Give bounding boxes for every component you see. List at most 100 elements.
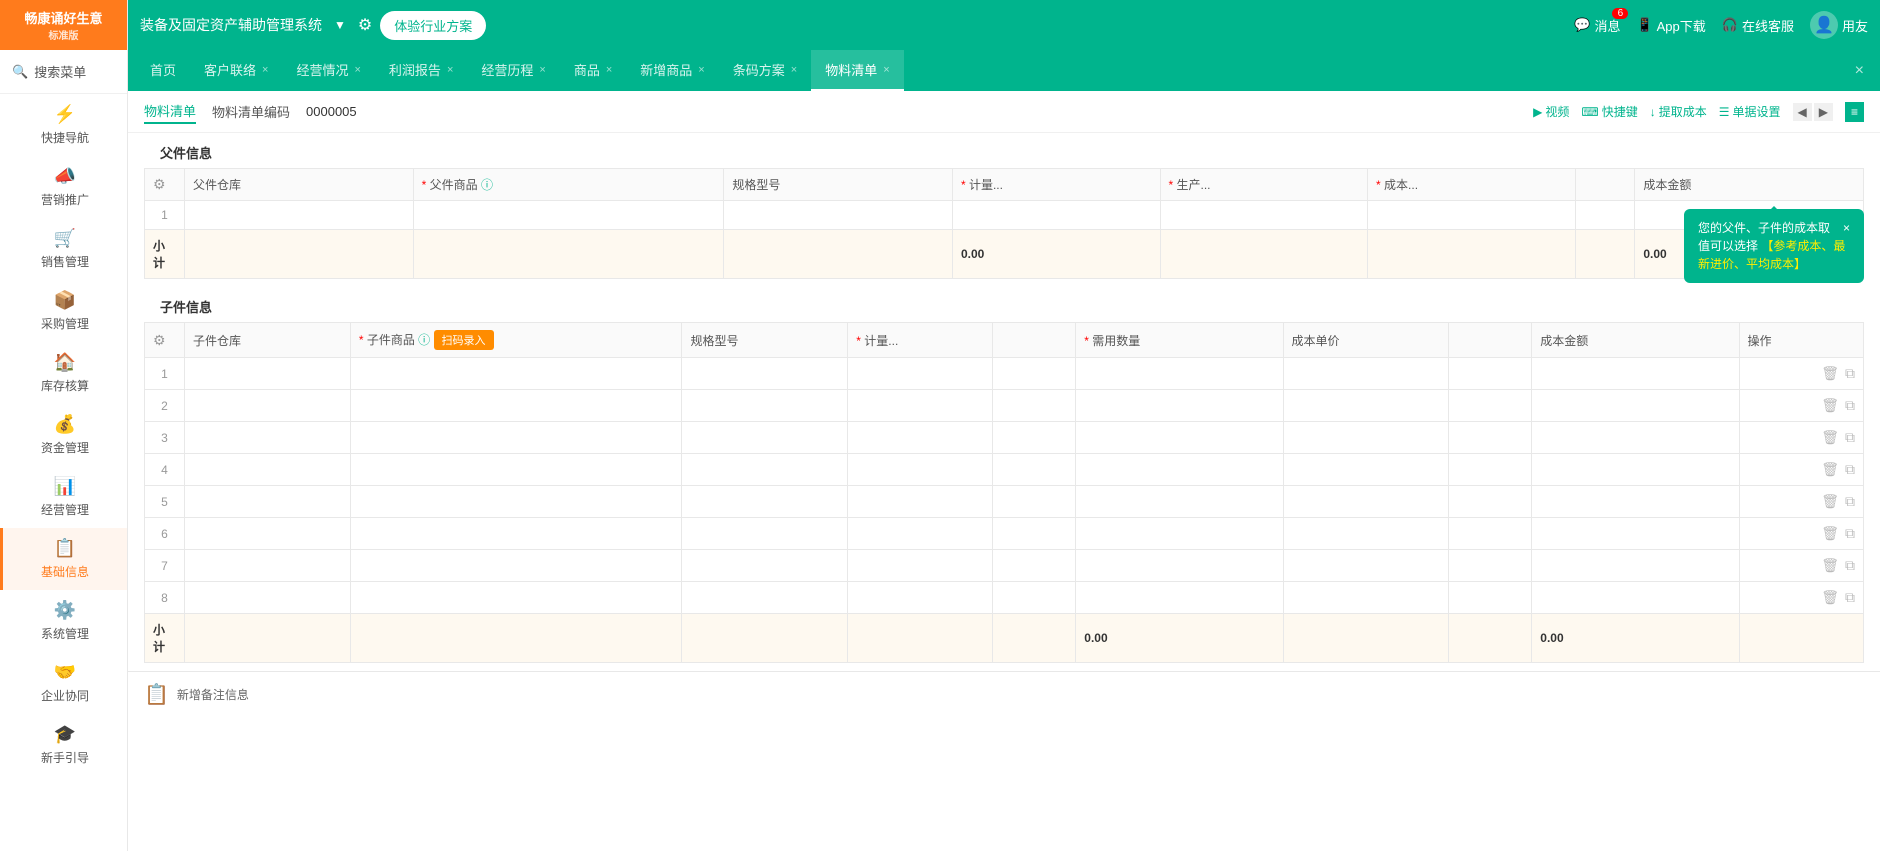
- child-cell-product-1[interactable]: [350, 358, 682, 390]
- copy-icon-6[interactable]: ⧉: [1845, 525, 1855, 542]
- child-cell-action-6[interactable]: 🗑 ⧉: [1739, 518, 1863, 550]
- copy-icon-1[interactable]: ⧉: [1845, 365, 1855, 382]
- child-cell-product-5[interactable]: [350, 486, 682, 518]
- child-cell-product-7[interactable]: [350, 550, 682, 582]
- menu-button[interactable]: ≡: [1845, 102, 1864, 122]
- copy-icon-4[interactable]: ⧉: [1845, 461, 1855, 478]
- child-cell-qty-unit-8[interactable]: [848, 582, 993, 614]
- delete-icon-5[interactable]: 🗑: [1821, 493, 1839, 510]
- tab-operations-status[interactable]: 经营情况 ×: [282, 50, 374, 91]
- child-cell-action-3[interactable]: 🗑 ⧉: [1739, 422, 1863, 454]
- tab-barcode[interactable]: 条码方案 ×: [719, 50, 811, 91]
- child-cell-qty-unit-1[interactable]: [848, 358, 993, 390]
- next-arrow-button[interactable]: ▶: [1814, 103, 1833, 121]
- child-cell-warehouse-8[interactable]: [185, 582, 351, 614]
- parent-cell-product[interactable]: [413, 201, 724, 230]
- child-cell-need-qty-1[interactable]: [1076, 358, 1283, 390]
- tab-product-close-icon[interactable]: ×: [606, 64, 612, 76]
- child-cell-qty-unit-7[interactable]: [848, 550, 993, 582]
- child-cell-action-5[interactable]: 🗑 ⧉: [1739, 486, 1863, 518]
- scan-input-button[interactable]: 扫码录入: [434, 330, 494, 350]
- child-cell-need-qty-4[interactable]: [1076, 454, 1283, 486]
- delete-icon-4[interactable]: 🗑: [1821, 461, 1839, 478]
- sidebar-item-base-info[interactable]: 📋 基础信息: [0, 528, 127, 590]
- prev-arrow-button[interactable]: ◀: [1793, 103, 1812, 121]
- child-col-settings-icon[interactable]: ⚙: [153, 332, 166, 348]
- child-cell-warehouse-3[interactable]: [185, 422, 351, 454]
- delete-icon-1[interactable]: 🗑: [1821, 365, 1839, 382]
- child-cell-qty-unit-5[interactable]: [848, 486, 993, 518]
- copy-icon-8[interactable]: ⧉: [1845, 589, 1855, 606]
- child-cell-warehouse-4[interactable]: [185, 454, 351, 486]
- trial-button[interactable]: 体验行业方案: [380, 11, 486, 40]
- user-action[interactable]: 👤 用友: [1810, 11, 1868, 39]
- child-cell-spec-8[interactable]: [682, 582, 848, 614]
- child-cell-action-7[interactable]: 🗑 ⧉: [1739, 550, 1863, 582]
- tab-barcode-close-icon[interactable]: ×: [791, 64, 797, 76]
- child-cell-unit-cost-1[interactable]: [1283, 358, 1449, 390]
- message-action[interactable]: 💬 消息 6: [1574, 16, 1620, 35]
- child-cell-unit-cost-6[interactable]: [1283, 518, 1449, 550]
- single-settings-action[interactable]: ☰ 单据设置: [1719, 103, 1781, 120]
- child-cell-need-qty-7[interactable]: [1076, 550, 1283, 582]
- child-cell-qty-unit-3[interactable]: [848, 422, 993, 454]
- child-cell-product-4[interactable]: [350, 454, 682, 486]
- dropdown-arrow-icon[interactable]: ▼: [334, 18, 346, 32]
- tab-bom[interactable]: 物料清单 ×: [811, 50, 903, 91]
- parent-cell-warehouse[interactable]: [185, 201, 414, 230]
- tab-home[interactable]: 首页: [136, 50, 190, 91]
- child-cell-warehouse-7[interactable]: [185, 550, 351, 582]
- sidebar-item-sales[interactable]: 🛒 销售管理: [0, 218, 127, 280]
- child-cell-need-qty-8[interactable]: [1076, 582, 1283, 614]
- tab-operations-status-close-icon[interactable]: ×: [354, 64, 360, 76]
- child-cell-warehouse-5[interactable]: [185, 486, 351, 518]
- parent-cell-qty[interactable]: [952, 201, 1160, 230]
- sidebar-search-area[interactable]: 🔍 搜索菜单: [0, 50, 127, 94]
- tab-bom-close-icon[interactable]: ×: [883, 64, 889, 76]
- tab-new-product-close-icon[interactable]: ×: [698, 64, 704, 76]
- parent-cell-cost[interactable]: [1368, 201, 1576, 230]
- child-cell-action-1[interactable]: 🗑 ⧉: [1739, 358, 1863, 390]
- child-cell-warehouse-6[interactable]: [185, 518, 351, 550]
- delete-icon-8[interactable]: 🗑: [1821, 589, 1839, 606]
- sidebar-item-inventory[interactable]: 🏠 库存核算: [0, 342, 127, 404]
- child-cell-need-qty-3[interactable]: [1076, 422, 1283, 454]
- child-cell-spec-1[interactable]: [682, 358, 848, 390]
- tooltip-close-icon[interactable]: ×: [1843, 219, 1850, 237]
- copy-icon-7[interactable]: ⧉: [1845, 557, 1855, 574]
- extract-cost-action[interactable]: ↓ 提取成本: [1650, 103, 1707, 120]
- tab-profit-close-icon[interactable]: ×: [447, 64, 453, 76]
- child-cell-unit-cost-2[interactable]: [1283, 390, 1449, 422]
- close-all-tabs-button[interactable]: ×: [1847, 58, 1872, 84]
- child-cell-action-4[interactable]: 🗑 ⧉: [1739, 454, 1863, 486]
- child-cell-spec-7[interactable]: [682, 550, 848, 582]
- child-cell-unit-cost-7[interactable]: [1283, 550, 1449, 582]
- child-cell-product-3[interactable]: [350, 422, 682, 454]
- child-cell-action-8[interactable]: 🗑 ⧉: [1739, 582, 1863, 614]
- delete-icon-6[interactable]: 🗑: [1821, 525, 1839, 542]
- delete-icon-7[interactable]: 🗑: [1821, 557, 1839, 574]
- child-cell-spec-2[interactable]: [682, 390, 848, 422]
- tab-new-product[interactable]: 新增商品 ×: [626, 50, 718, 91]
- parent-col-settings[interactable]: ⚙: [145, 169, 185, 201]
- child-cell-need-qty-2[interactable]: [1076, 390, 1283, 422]
- child-cell-need-qty-6[interactable]: [1076, 518, 1283, 550]
- tab-customer-close-icon[interactable]: ×: [262, 64, 268, 76]
- child-cell-product-2[interactable]: [350, 390, 682, 422]
- delete-icon-2[interactable]: 🗑: [1821, 397, 1839, 414]
- sidebar-item-system[interactable]: ⚙️ 系统管理: [0, 590, 127, 652]
- child-cell-warehouse-1[interactable]: [185, 358, 351, 390]
- child-cell-qty-unit-6[interactable]: [848, 518, 993, 550]
- sidebar-item-purchase[interactable]: 📦 采购管理: [0, 280, 127, 342]
- delete-icon-3[interactable]: 🗑: [1821, 429, 1839, 446]
- tab-customer[interactable]: 客户联络 ×: [190, 50, 282, 91]
- tab-history-close-icon[interactable]: ×: [539, 64, 545, 76]
- sub-tab-bom-code[interactable]: 物料清单编码: [212, 100, 290, 123]
- sidebar-item-marketing[interactable]: 📣 营销推广: [0, 156, 127, 218]
- child-cell-need-qty-5[interactable]: [1076, 486, 1283, 518]
- child-product-info-icon[interactable]: ⓘ: [418, 333, 430, 347]
- parent-cell-produce[interactable]: [1160, 201, 1368, 230]
- child-cell-spec-5[interactable]: [682, 486, 848, 518]
- child-cell-action-2[interactable]: 🗑 ⧉: [1739, 390, 1863, 422]
- child-cell-unit-cost-4[interactable]: [1283, 454, 1449, 486]
